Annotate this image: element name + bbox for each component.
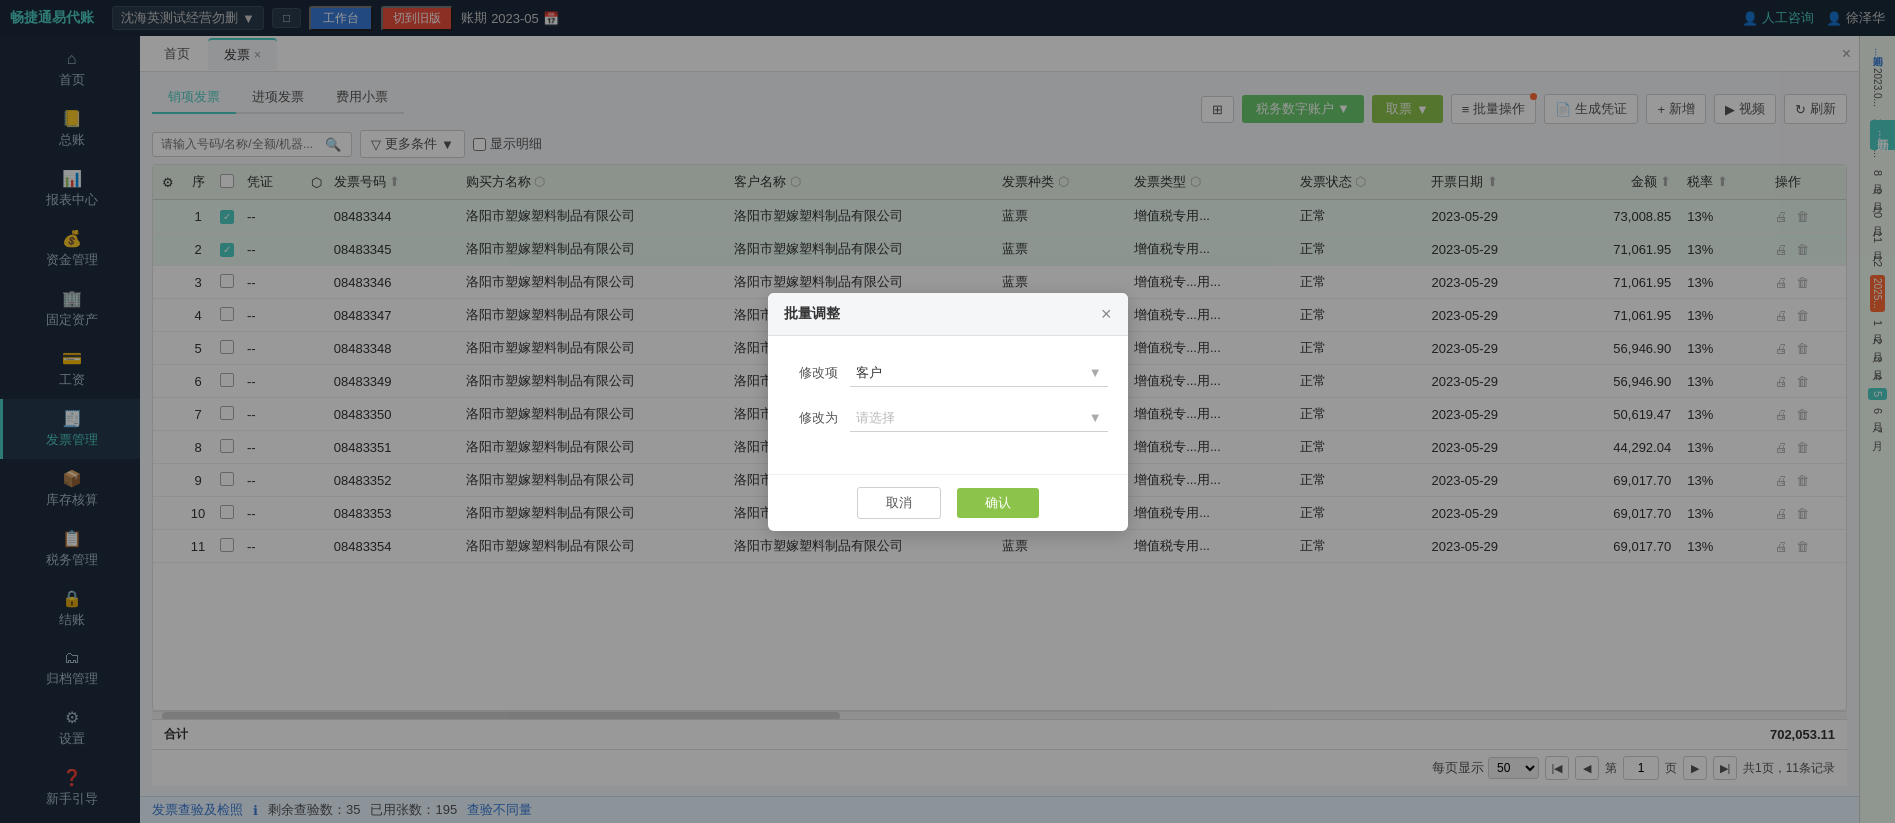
modal-footer: 取消 确认 <box>768 474 1128 531</box>
modify-item-label: 修改项 <box>788 364 838 382</box>
confirm-btn[interactable]: 确认 <box>957 488 1039 518</box>
modal-close-btn[interactable]: × <box>1101 305 1112 323</box>
modal-title: 批量调整 <box>784 305 840 323</box>
modify-item-dropdown-icon: ▼ <box>1089 365 1102 380</box>
modal-overlay[interactable]: 批量调整 × 修改项 客户 ▼ 修改为 请选择 ▼ 取消 确认 <box>0 0 1895 823</box>
cancel-btn[interactable]: 取消 <box>857 487 941 519</box>
modify-to-placeholder: 请选择 <box>856 409 895 427</box>
modify-item-value: 客户 <box>856 364 882 382</box>
modify-to-dropdown-icon: ▼ <box>1089 410 1102 425</box>
batch-adjust-modal: 批量调整 × 修改项 客户 ▼ 修改为 请选择 ▼ 取消 确认 <box>768 293 1128 531</box>
modify-to-select[interactable]: 请选择 ▼ <box>850 405 1108 432</box>
modal-body: 修改项 客户 ▼ 修改为 请选择 ▼ <box>768 336 1128 474</box>
modify-to-label: 修改为 <box>788 409 838 427</box>
modify-to-row: 修改为 请选择 ▼ <box>788 405 1108 432</box>
modal-header: 批量调整 × <box>768 293 1128 336</box>
modify-item-select[interactable]: 客户 ▼ <box>850 360 1108 387</box>
modify-item-row: 修改项 客户 ▼ <box>788 360 1108 387</box>
